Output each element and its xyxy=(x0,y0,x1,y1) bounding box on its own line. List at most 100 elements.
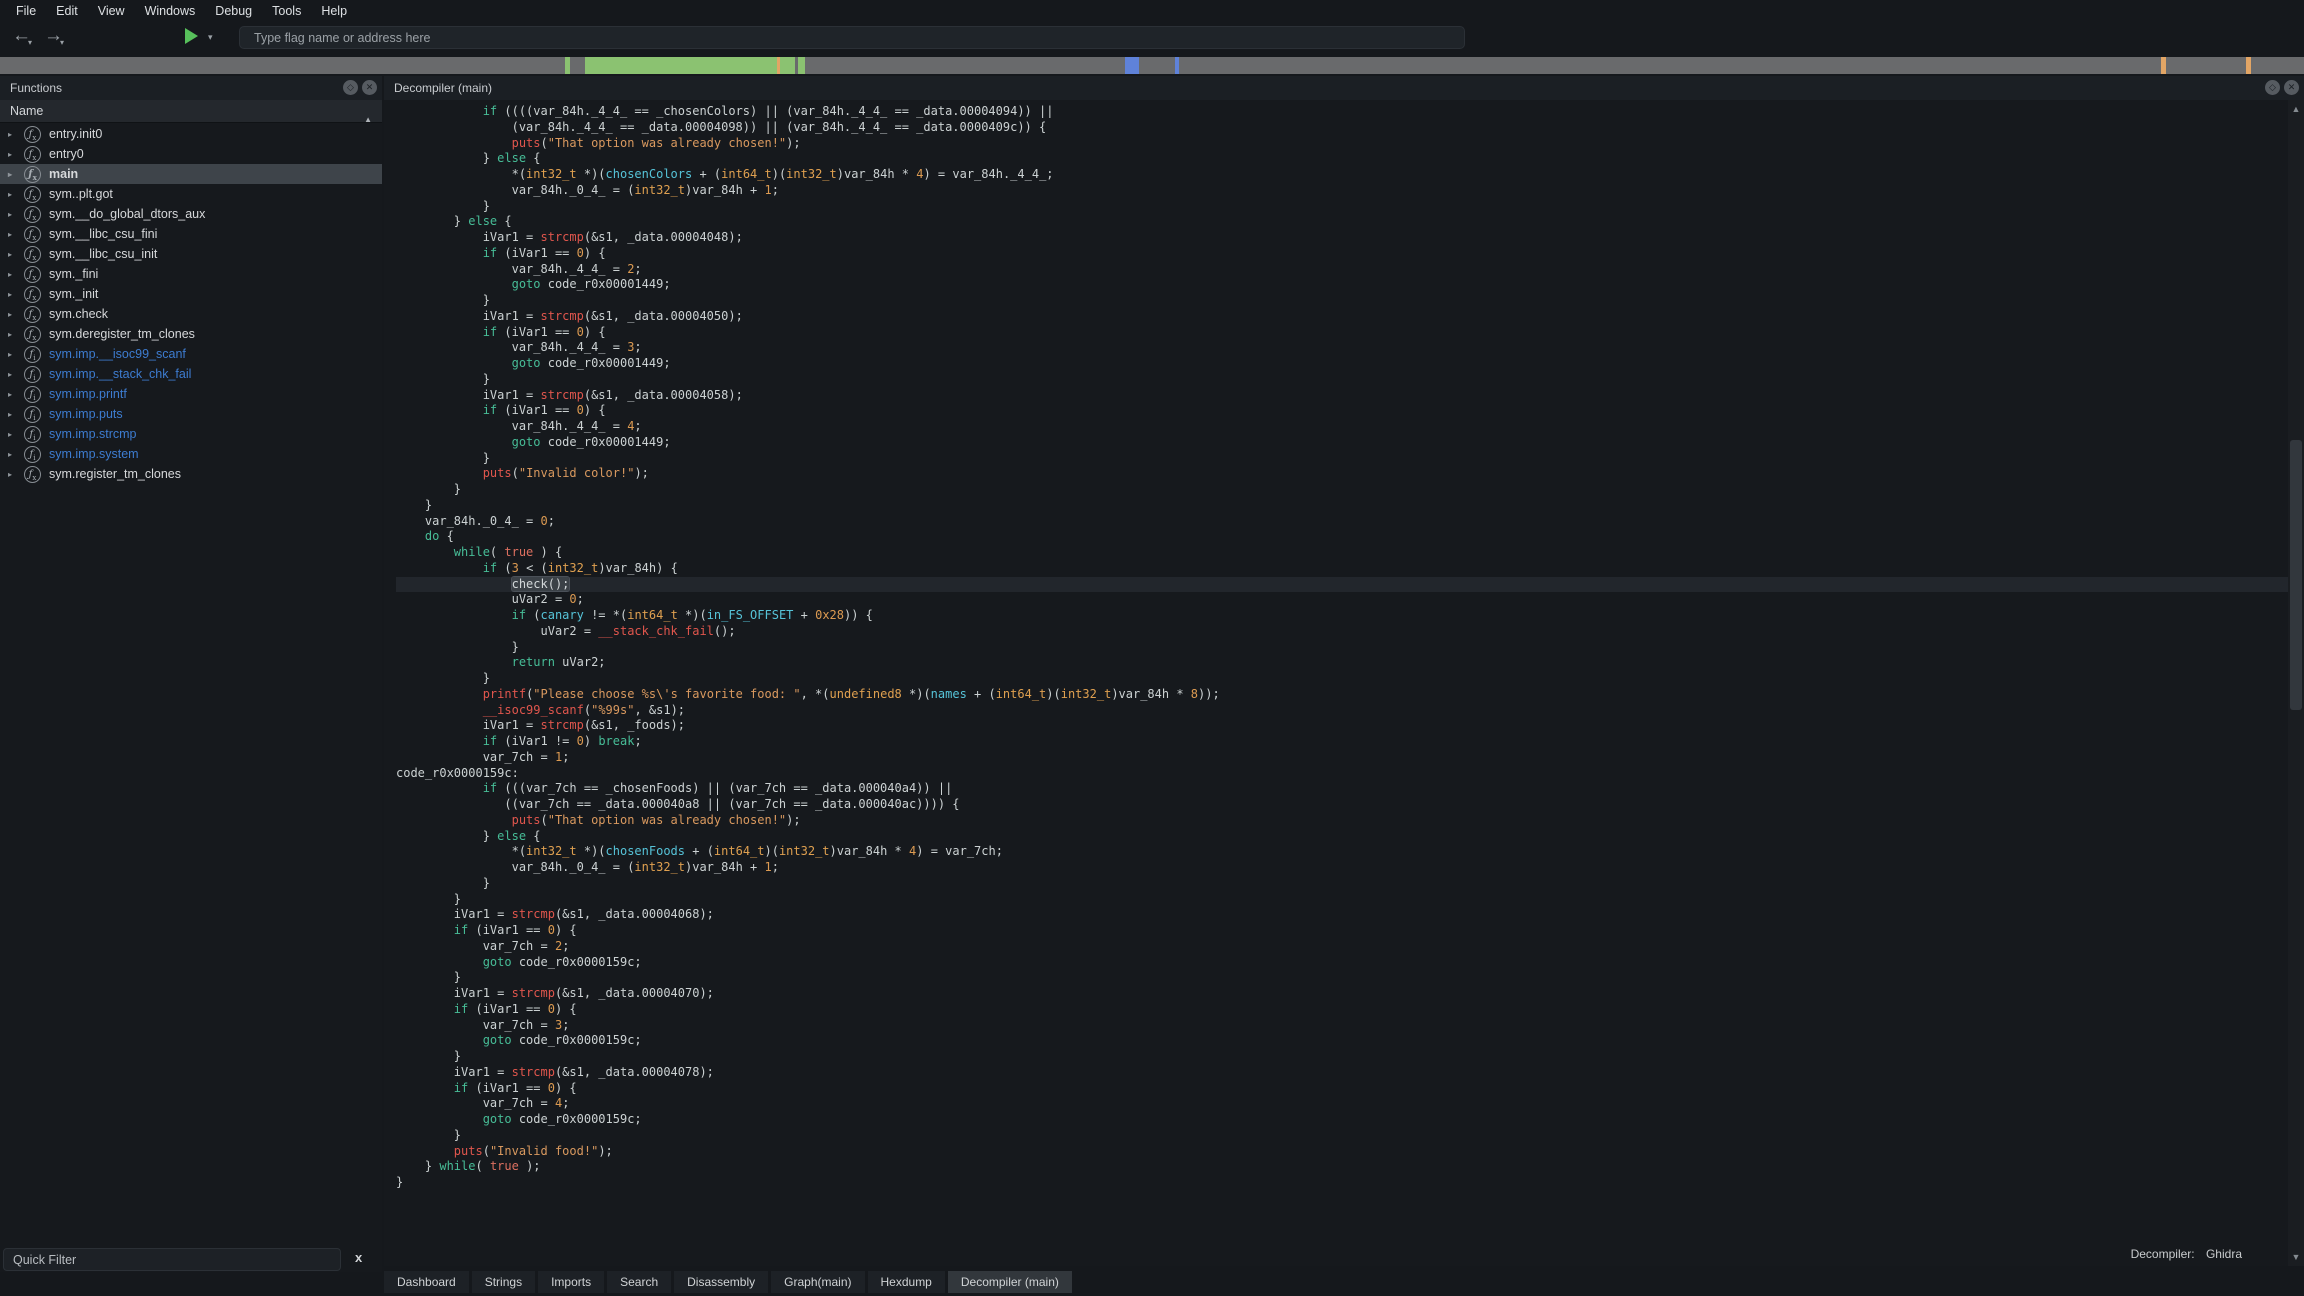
code-line[interactable]: } xyxy=(396,199,2288,215)
code-line[interactable]: if (iVar1 == 0) { xyxy=(396,1081,2288,1097)
functions-name-column-header[interactable]: Name ▲ xyxy=(0,100,382,124)
expand-caret-icon[interactable]: ▸ xyxy=(8,390,18,399)
code-line[interactable]: } xyxy=(396,671,2288,687)
function-list-item[interactable]: ▸ ƒi sym.imp.system xyxy=(0,444,382,464)
code-line[interactable]: } xyxy=(396,640,2288,656)
code-line[interactable]: *(int32_t *)(chosenFoods + (int64_t)(int… xyxy=(396,844,2288,860)
code-line[interactable]: if (iVar1 != 0) break; xyxy=(396,734,2288,750)
code-line[interactable]: } xyxy=(396,1175,2288,1191)
code-line[interactable]: iVar1 = strcmp(&s1, _data.00004070); xyxy=(396,986,2288,1002)
ribbon-segment[interactable] xyxy=(585,57,795,74)
expand-caret-icon[interactable]: ▸ xyxy=(8,450,18,459)
code-line[interactable]: var_84h._4_4_ = 3; xyxy=(396,340,2288,356)
tab-decompiler-main[interactable]: Decompiler (main) xyxy=(947,1271,1072,1293)
code-line[interactable]: var_84h._0_4_ = (int32_t)var_84h + 1; xyxy=(396,860,2288,876)
code-line[interactable]: if (iVar1 == 0) { xyxy=(396,923,2288,939)
function-list-item[interactable]: ▸ ƒi sym.imp.puts xyxy=(0,404,382,424)
code-line[interactable]: } xyxy=(396,1128,2288,1144)
code-line[interactable]: var_84h._0_4_ = 0; xyxy=(396,514,2288,530)
functions-float-icon[interactable]: ◇ xyxy=(343,80,358,95)
code-line[interactable]: do { xyxy=(396,529,2288,545)
code-line[interactable]: } xyxy=(396,498,2288,514)
menu-help[interactable]: Help xyxy=(311,1,357,21)
expand-caret-icon[interactable]: ▸ xyxy=(8,190,18,199)
code-line[interactable]: iVar1 = strcmp(&s1, _foods); xyxy=(396,718,2288,734)
code-line[interactable]: } xyxy=(396,372,2288,388)
code-line[interactable]: goto code_r0x0000159c; xyxy=(396,955,2288,971)
decompiler-selector[interactable]: Decompiler: Ghidra xyxy=(2123,1247,2242,1261)
menu-edit[interactable]: Edit xyxy=(46,1,88,21)
expand-caret-icon[interactable]: ▸ xyxy=(8,270,18,279)
menu-windows[interactable]: Windows xyxy=(135,1,206,21)
code-line[interactable]: } else { xyxy=(396,214,2288,230)
code-line[interactable]: *(int32_t *)(chosenColors + (int64_t)(in… xyxy=(396,167,2288,183)
code-line[interactable]: var_7ch = 1; xyxy=(396,750,2288,766)
function-list-item[interactable]: ▸ ƒx sym.__do_global_dtors_aux xyxy=(0,204,382,224)
function-list-item[interactable]: ▸ ƒi sym.imp.printf xyxy=(0,384,382,404)
code-line[interactable]: } xyxy=(396,876,2288,892)
code-line[interactable]: } xyxy=(396,970,2288,986)
code-line[interactable]: goto code_r0x00001449; xyxy=(396,277,2288,293)
code-line[interactable]: } while( true ); xyxy=(396,1159,2288,1175)
functions-close-icon[interactable]: ✕ xyxy=(362,80,377,95)
function-list-item[interactable]: ▸ ƒi sym.imp.__stack_chk_fail xyxy=(0,364,382,384)
decompiler-close-icon[interactable]: ✕ xyxy=(2284,80,2299,95)
scroll-down-icon[interactable]: ▼ xyxy=(2288,1250,2304,1264)
code-line[interactable]: puts("Invalid color!"); xyxy=(396,466,2288,482)
expand-caret-icon[interactable]: ▸ xyxy=(8,130,18,139)
expand-caret-icon[interactable]: ▸ xyxy=(8,370,18,379)
ribbon-segment[interactable] xyxy=(1175,57,1179,74)
code-line[interactable]: var_84h._4_4_ = 4; xyxy=(396,419,2288,435)
code-line[interactable]: } xyxy=(396,293,2288,309)
back-dropdown-caret-icon[interactable]: ▾ xyxy=(28,38,32,47)
code-line[interactable]: if (3 < (int32_t)var_84h) { xyxy=(396,561,2288,577)
function-list-item[interactable]: ▸ ƒx entry.init0 xyxy=(0,124,382,144)
expand-caret-icon[interactable]: ▸ xyxy=(8,210,18,219)
expand-caret-icon[interactable]: ▸ xyxy=(8,290,18,299)
code-line[interactable]: iVar1 = strcmp(&s1, _data.00004058); xyxy=(396,388,2288,404)
function-list-item[interactable]: ▸ ƒi sym.imp.strcmp xyxy=(0,424,382,444)
code-line[interactable]: if (((var_7ch == _chosenFoods) || (var_7… xyxy=(396,781,2288,797)
play-dropdown-caret-icon[interactable]: ▾ xyxy=(208,32,213,43)
expand-caret-icon[interactable]: ▸ xyxy=(8,230,18,239)
code-line[interactable]: check(); xyxy=(396,576,2288,593)
code-line[interactable]: while( true ) { xyxy=(396,545,2288,561)
debug-play-icon[interactable] xyxy=(185,28,198,44)
expand-caret-icon[interactable]: ▸ xyxy=(8,310,18,319)
decompiler-scrollbar[interactable]: ▲ ▼ xyxy=(2288,100,2304,1266)
expand-caret-icon[interactable]: ▸ xyxy=(8,250,18,259)
function-list-item[interactable]: ▸ ƒx sym.deregister_tm_clones xyxy=(0,324,382,344)
tab-imports[interactable]: Imports xyxy=(538,1271,605,1293)
decompiler-selector-value[interactable]: Ghidra xyxy=(2206,1247,2242,1261)
quick-filter-input[interactable] xyxy=(3,1248,341,1271)
decompiler-code[interactable]: if ((((var_84h._4_4_ == _chosenColors) |… xyxy=(384,100,2288,1266)
code-line[interactable]: var_7ch = 4; xyxy=(396,1096,2288,1112)
code-line[interactable]: iVar1 = strcmp(&s1, _data.00004078); xyxy=(396,1065,2288,1081)
code-line[interactable]: if (iVar1 == 0) { xyxy=(396,246,2288,262)
expand-caret-icon[interactable]: ▸ xyxy=(8,150,18,159)
code-line[interactable]: (var_84h._4_4_ == _data.00004098)) || (v… xyxy=(396,120,2288,136)
code-line[interactable]: if ((((var_84h._4_4_ == _chosenColors) |… xyxy=(396,104,2288,120)
quick-filter-clear-button[interactable]: x xyxy=(355,1250,362,1265)
function-list-item[interactable]: ▸ ƒx sym.register_tm_clones xyxy=(0,464,382,484)
expand-caret-icon[interactable]: ▸ xyxy=(8,470,18,479)
code-line[interactable]: var_7ch = 3; xyxy=(396,1018,2288,1034)
ribbon-segment[interactable] xyxy=(777,57,780,74)
function-list-item[interactable]: ▸ ƒx sym._fini xyxy=(0,264,382,284)
code-line[interactable]: var_84h._0_4_ = (int32_t)var_84h + 1; xyxy=(396,183,2288,199)
function-list-item[interactable]: ▸ ƒx entry0 xyxy=(0,144,382,164)
scrollbar-thumb[interactable] xyxy=(2290,440,2302,710)
code-line[interactable]: iVar1 = strcmp(&s1, _data.00004050); xyxy=(396,309,2288,325)
code-line[interactable]: goto code_r0x00001449; xyxy=(396,435,2288,451)
code-line[interactable]: printf("Please choose %s\'s favorite foo… xyxy=(396,687,2288,703)
tab-graph-main[interactable]: Graph(main) xyxy=(771,1271,865,1293)
expand-caret-icon[interactable]: ▸ xyxy=(8,170,18,179)
ribbon-segment[interactable] xyxy=(798,57,805,74)
function-list-item[interactable]: ▸ ƒx sym..plt.got xyxy=(0,184,382,204)
code-line[interactable]: if (canary != *(int64_t *)(in_FS_OFFSET … xyxy=(396,608,2288,624)
code-line[interactable]: puts("Invalid food!"); xyxy=(396,1144,2288,1160)
decompiler-float-icon[interactable]: ◇ xyxy=(2265,80,2280,95)
code-line[interactable]: iVar1 = strcmp(&s1, _data.00004048); xyxy=(396,230,2288,246)
code-line[interactable]: code_r0x0000159c: xyxy=(396,766,2288,782)
code-line[interactable]: } xyxy=(396,451,2288,467)
